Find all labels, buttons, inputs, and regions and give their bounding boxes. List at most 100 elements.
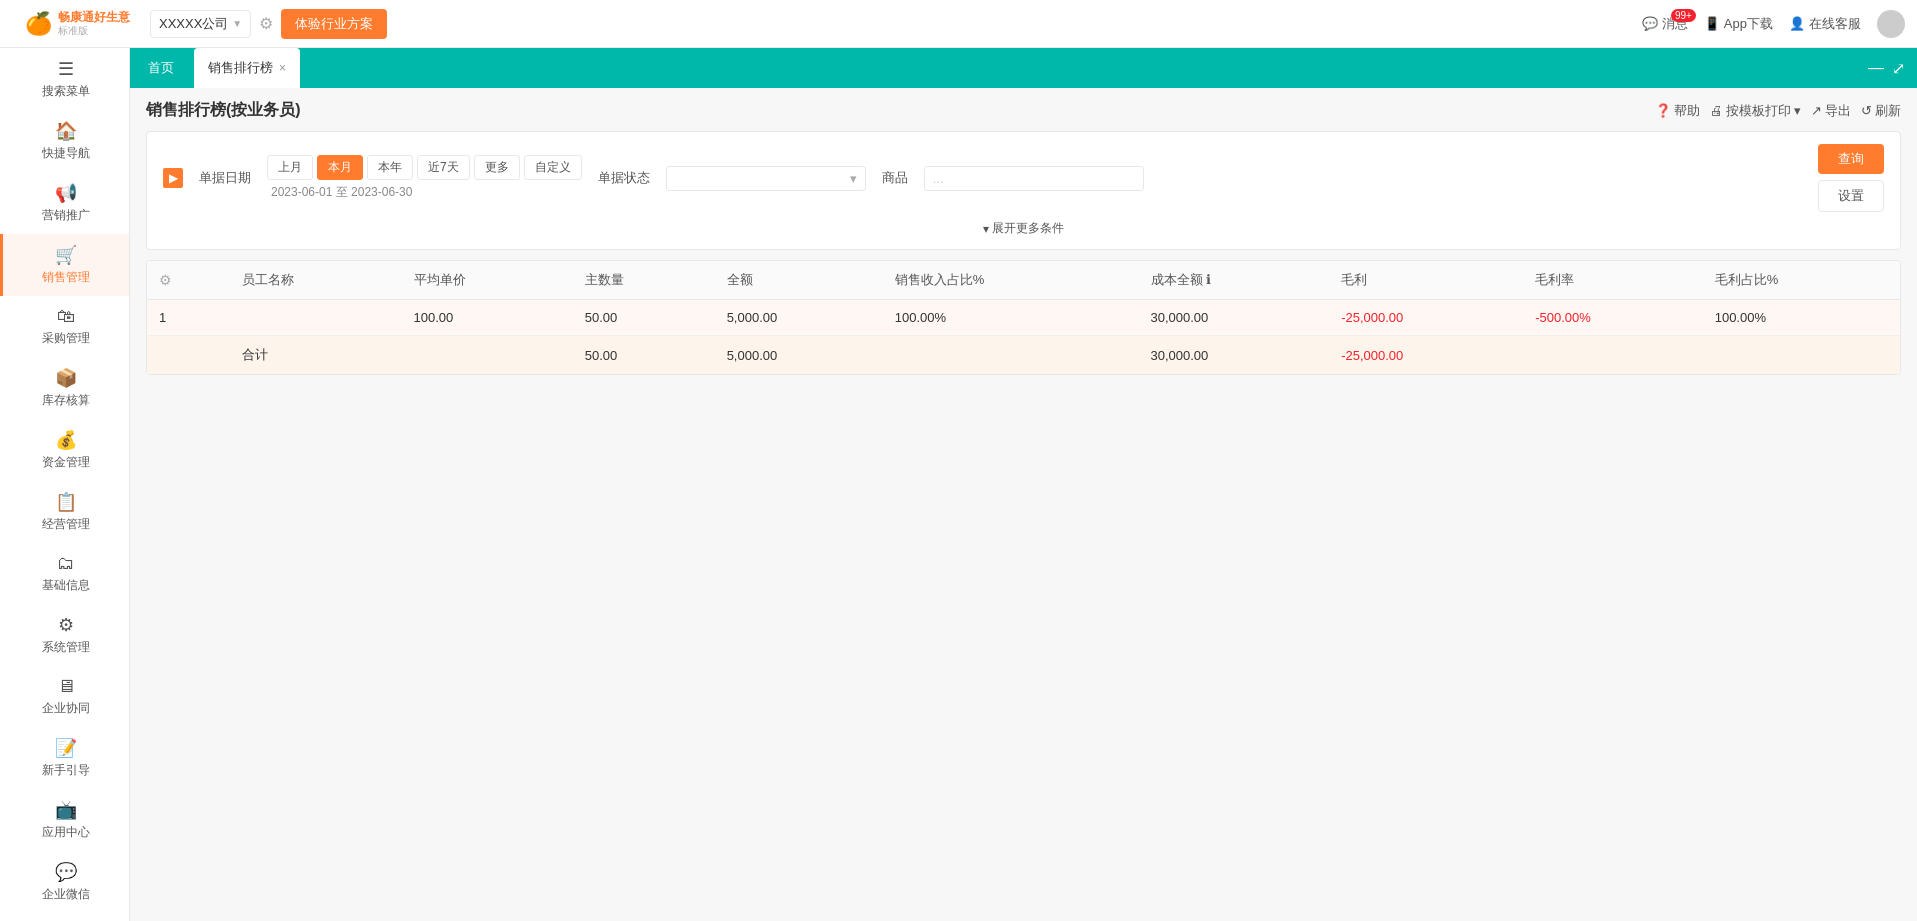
app-download-label: App下载 — [1724, 15, 1773, 33]
settings-icon[interactable]: ⚙ — [259, 14, 273, 33]
sidebar-label-guide: 新手引导 — [42, 762, 90, 779]
tab-minimize-icon[interactable]: — — [1868, 59, 1884, 77]
page-title-row: 销售排行榜(按业务员) ❓ 帮助 🖨 按模板打印 ▾ ↗ 导出 — [146, 100, 1901, 121]
sidebar-item-finance[interactable]: 💰 资金管理 — [0, 419, 129, 481]
settings-button[interactable]: 设置 — [1818, 180, 1884, 212]
tab-close-icon[interactable]: × — [279, 61, 286, 75]
sidebar-label-sales: 销售管理 — [42, 269, 90, 286]
basics-icon: 🗂 — [57, 553, 75, 574]
sidebar-item-sales[interactable]: 🛒 销售管理 — [0, 234, 129, 296]
sidebar-item-purchase[interactable]: 🛍 采购管理 — [0, 296, 129, 357]
sidebar-label-apps: 应用中心 — [42, 824, 90, 841]
footer-cost: 30,000.00 — [1139, 336, 1330, 375]
expand-label: 展开更多条件 — [992, 220, 1064, 237]
table-gear-icon[interactable]: ⚙ — [159, 272, 172, 288]
sidebar-item-wechat[interactable]: 💬 企业微信 — [0, 851, 129, 913]
tab-home[interactable]: 首页 — [130, 48, 192, 88]
sidebar-item-operations[interactable]: 📋 经营管理 — [0, 481, 129, 543]
sidebar-item-system[interactable]: ⚙ 系统管理 — [0, 604, 129, 666]
sidebar-item-vip[interactable]: V 畅会员 — [0, 913, 129, 921]
goods-input[interactable]: ... — [924, 166, 1144, 191]
sidebar-item-collab[interactable]: 🖥 企业协同 — [0, 666, 129, 727]
th-profit: 毛利 — [1329, 261, 1523, 300]
refresh-btn[interactable]: ↺ 刷新 — [1861, 102, 1901, 120]
top-header: 🍊 畅康通好生意 标准版 XXXXX公司 ▼ ⚙ 体验行业方案 💬 消息 99+… — [0, 0, 1917, 48]
cell-sales-pct: 100.00% — [883, 300, 1139, 336]
company-selector[interactable]: XXXXX公司 ▼ — [150, 10, 251, 38]
sidebar-item-basics[interactable]: 🗂 基础信息 — [0, 543, 129, 604]
online-service-item[interactable]: 👤 在线客服 — [1789, 15, 1861, 33]
sales-ranking-table: ⚙ 员工名称 平均单价 主数量 — [147, 261, 1900, 374]
search-menu-icon: ☰ — [58, 58, 74, 80]
goods-placeholder: ... — [933, 171, 944, 186]
operations-icon: 📋 — [55, 491, 77, 513]
th-amount: 全额 — [715, 261, 883, 300]
query-button[interactable]: 查询 — [1818, 144, 1884, 174]
cell-rank: 1 — [147, 300, 230, 336]
sidebar-item-guide[interactable]: 📝 新手引导 — [0, 727, 129, 789]
sidebar-label-marketing: 营销推广 — [42, 207, 90, 224]
more-btn[interactable]: 更多 — [474, 155, 520, 180]
filter-expand-arrow[interactable]: ▶ — [163, 168, 183, 188]
sidebar-item-search[interactable]: ☰ 搜索菜单 — [0, 48, 129, 110]
th-sales-pct: 销售收入占比% — [883, 261, 1139, 300]
wechat-icon: 💬 — [55, 861, 77, 883]
expand-row: ▾ 展开更多条件 — [163, 220, 1884, 237]
avatar[interactable] — [1877, 10, 1905, 38]
inventory-icon: 📦 — [55, 367, 77, 389]
tab-maximize-icon[interactable]: ⤢ — [1892, 59, 1905, 78]
message-item[interactable]: 💬 消息 99+ — [1642, 15, 1688, 33]
footer-avg-price — [402, 336, 573, 375]
trial-button[interactable]: 体验行业方案 — [281, 9, 387, 39]
template-print-btn[interactable]: 🖨 按模板打印 ▾ — [1710, 102, 1801, 120]
sidebar-label-collab: 企业协同 — [42, 700, 90, 717]
logo-text: 畅康通好生意 — [58, 10, 130, 24]
page-title: 销售排行榜(按业务员) — [146, 100, 301, 121]
refresh-icon: ↺ — [1861, 103, 1872, 118]
footer-sales-pct — [883, 336, 1139, 375]
th-avg-price: 平均单价 — [402, 261, 573, 300]
logo-sub: 标准版 — [58, 25, 130, 37]
last7days-btn[interactable]: 近7天 — [417, 155, 470, 180]
export-btn[interactable]: ↗ 导出 — [1811, 102, 1851, 120]
footer-profit-rate — [1523, 336, 1702, 375]
table-row: 1 100.00 50.00 5,000.00 100.00% 30,000.0… — [147, 300, 1900, 336]
table-body: 1 100.00 50.00 5,000.00 100.00% 30,000.0… — [147, 300, 1900, 336]
active-tab-label: 销售排行榜 — [208, 59, 273, 77]
last-month-btn[interactable]: 上月 — [267, 155, 313, 180]
date-btn-group: 上月 本月 本年 近7天 更多 自定义 — [267, 155, 582, 180]
expand-conditions-btn[interactable]: ▾ 展开更多条件 — [983, 220, 1064, 237]
collab-icon: 🖥 — [57, 676, 75, 697]
app-download-icon: 📱 — [1704, 16, 1720, 31]
date-range-display: 2023-06-01 至 2023-06-30 — [271, 184, 582, 201]
cell-employee — [230, 300, 401, 336]
status-filter-label: 单据状态 — [598, 169, 650, 187]
cell-profit-rate: -500.00% — [1523, 300, 1702, 336]
page-actions: ❓ 帮助 🖨 按模板打印 ▾ ↗ 导出 ↺ 刷新 — [1655, 102, 1901, 120]
footer-amount: 5,000.00 — [715, 336, 883, 375]
sidebar-item-nav[interactable]: 🏠 快捷导航 — [0, 110, 129, 172]
help-btn[interactable]: ❓ 帮助 — [1655, 102, 1700, 120]
sidebar-item-apps[interactable]: 📺 应用中心 — [0, 789, 129, 851]
custom-btn[interactable]: 自定义 — [524, 155, 582, 180]
th-main-qty: 主数量 — [573, 261, 715, 300]
cell-main-qty: 50.00 — [573, 300, 715, 336]
cell-profit-pct: 100.00% — [1703, 300, 1900, 336]
footer-row: 合计 50.00 5,000.00 30,000.00 -25,000.00 — [147, 336, 1900, 375]
this-year-btn[interactable]: 本年 — [367, 155, 413, 180]
this-month-btn[interactable]: 本月 — [317, 155, 363, 180]
tab-sales-ranking[interactable]: 销售排行榜 × — [194, 48, 300, 88]
footer-profit: -25,000.00 — [1329, 336, 1523, 375]
sidebar-item-inventory[interactable]: 📦 库存核算 — [0, 357, 129, 419]
status-select[interactable]: ▾ — [666, 166, 866, 191]
table-footer: 合计 50.00 5,000.00 30,000.00 -25,000.00 — [147, 336, 1900, 375]
app-download-item[interactable]: 📱 App下载 — [1704, 15, 1773, 33]
data-table: ⚙ 员工名称 平均单价 主数量 — [146, 260, 1901, 375]
chevron-down-icon: ▼ — [232, 18, 242, 29]
sidebar-label-search: 搜索菜单 — [42, 83, 90, 100]
sidebar-item-marketing[interactable]: 📢 营销推广 — [0, 172, 129, 234]
marketing-icon: 📢 — [55, 182, 77, 204]
logo-icon: 🍊 — [25, 11, 52, 37]
apps-icon: 📺 — [55, 799, 77, 821]
cell-avg-price: 100.00 — [402, 300, 573, 336]
